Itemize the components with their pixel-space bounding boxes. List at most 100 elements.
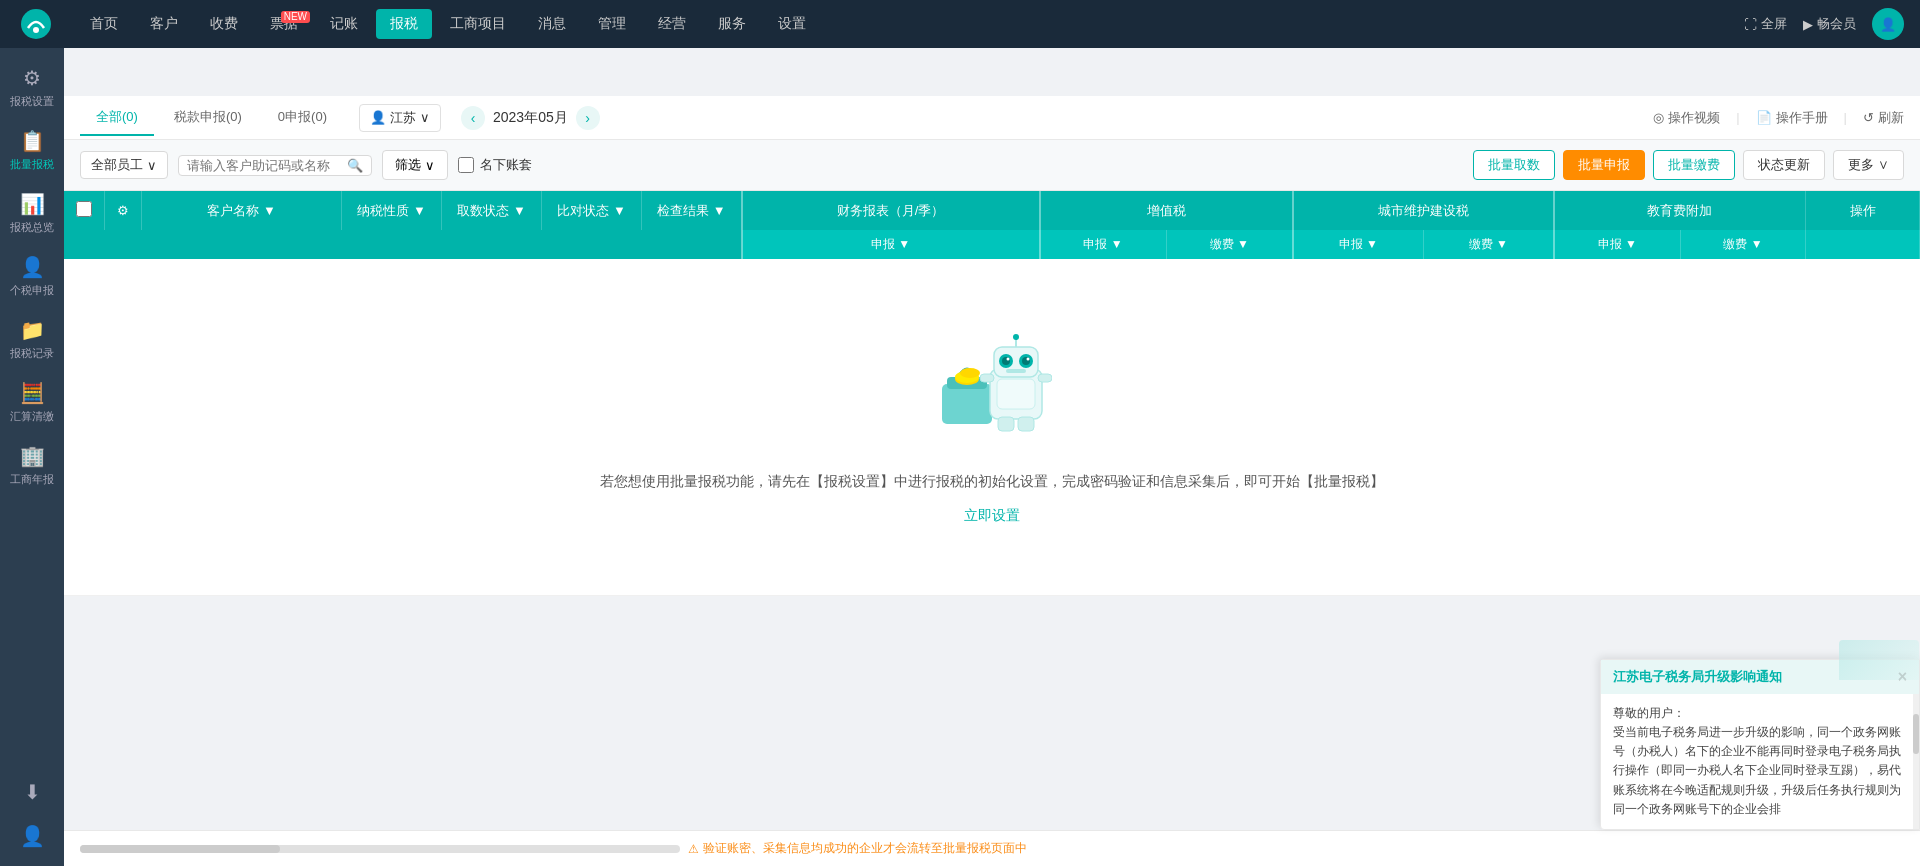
th-city-construction: 城市维护建设税: [1293, 191, 1554, 230]
sidebar: ⚙ 报税设置 📋 批量报税 📊 报税总览 👤 个税申报 📁 报税记录 🧮 汇算清…: [0, 48, 64, 866]
filter-button[interactable]: 筛选 ∨: [382, 150, 448, 180]
vip-label: 畅会员: [1817, 15, 1856, 33]
tab-all-label: 全部(0): [96, 109, 138, 124]
th-city-declare: 申报 ▼: [1293, 230, 1424, 259]
check-result-filter-icon[interactable]: ▼: [713, 203, 726, 218]
account-checkbox[interactable]: [458, 157, 474, 173]
divider1: |: [1736, 110, 1739, 125]
client-name-filter-icon[interactable]: ▼: [263, 203, 276, 218]
tax-nature-filter-icon[interactable]: ▼: [413, 203, 426, 218]
select-all-checkbox[interactable]: [76, 201, 92, 217]
vip-button[interactable]: ▶ 畅会员: [1803, 15, 1856, 33]
th-edu-declare: 申报 ▼: [1554, 230, 1681, 259]
nav-bookkeeping[interactable]: 记账: [316, 9, 372, 39]
th-client-name-text: 客户名称: [207, 203, 259, 218]
tab-tax-declare[interactable]: 税款申报(0): [158, 100, 258, 136]
refresh-button[interactable]: ↺ 刷新: [1863, 109, 1904, 127]
th-operation-sub: [1806, 230, 1920, 259]
user-avatar[interactable]: 👤: [1872, 8, 1904, 40]
more-button[interactable]: 更多 ∨: [1833, 150, 1904, 180]
city-pay-filter-icon[interactable]: ▼: [1496, 237, 1508, 251]
manual-icon: 📄: [1756, 110, 1772, 125]
svg-rect-18: [980, 374, 994, 382]
operation-manual-link[interactable]: 📄 操作手册: [1756, 109, 1828, 127]
status-update-button[interactable]: 状态更新: [1743, 150, 1825, 180]
setup-link[interactable]: 立即设置: [964, 507, 1020, 523]
sidebar-label-batch-tax: 批量报税: [10, 157, 54, 172]
operation-video-link[interactable]: ◎ 操作视频: [1653, 109, 1720, 127]
sidebar-item-download[interactable]: ⬇: [0, 770, 64, 814]
nav-fee[interactable]: 收费: [196, 9, 252, 39]
nav-service[interactable]: 服务: [704, 9, 760, 39]
th-vat-pay: 缴费 ▼: [1166, 230, 1293, 259]
sidebar-bottom: ⬇ 👤: [0, 770, 64, 858]
batch-pay-button[interactable]: 批量缴费: [1653, 150, 1735, 180]
vip-icon: ▶: [1803, 17, 1813, 32]
next-month-button[interactable]: ›: [576, 106, 600, 130]
vat-declare-filter-icon[interactable]: ▼: [1111, 237, 1123, 251]
edu-pay-filter-icon[interactable]: ▼: [1751, 237, 1763, 251]
prev-month-button[interactable]: ‹: [461, 106, 485, 130]
scrollbar-thumb[interactable]: [80, 845, 280, 853]
th-financial-declare: 申报 ▼: [742, 230, 1040, 259]
tab-zero-declare[interactable]: 0申报(0): [262, 100, 343, 136]
nav-invoice[interactable]: 票据 NEW: [256, 9, 312, 39]
annual-settlement-icon: 🧮: [20, 381, 45, 405]
sidebar-item-tax-overview[interactable]: 📊 报税总览: [0, 182, 64, 245]
search-input[interactable]: [187, 158, 347, 173]
settings-icon[interactable]: ⚙: [117, 203, 129, 218]
sidebar-item-user[interactable]: 👤: [0, 814, 64, 858]
sidebar-item-annual-report[interactable]: 🏢 工商年报: [0, 434, 64, 497]
notification-title: 江苏电子税务局升级影响通知: [1613, 668, 1782, 686]
batch-fetch-button[interactable]: 批量取数: [1473, 150, 1555, 180]
nav-business[interactable]: 工商项目: [436, 9, 520, 39]
batch-declare-button[interactable]: 批量申报: [1563, 150, 1645, 180]
nav-manage[interactable]: 管理: [584, 9, 640, 39]
horizontal-scrollbar[interactable]: [80, 845, 680, 853]
edu-declare-filter-icon[interactable]: ▼: [1625, 237, 1637, 251]
sidebar-item-tax-records[interactable]: 📁 报税记录: [0, 308, 64, 371]
bottom-bar: ⚠ 验证账密、采集信息均成功的企业才会流转至批量报税页面中: [64, 830, 1920, 866]
operation-video-label: 操作视频: [1668, 109, 1720, 127]
th-fetch-status-text: 取数状态: [457, 203, 509, 218]
tab-bar: 全部(0) 税款申报(0) 0申报(0) 👤 江苏 ∨ ‹ 2023年05月 ›…: [64, 96, 1920, 140]
sidebar-label-annual-settlement: 汇算清缴: [10, 409, 54, 424]
financial-declare-filter-icon[interactable]: ▼: [898, 237, 910, 251]
svg-point-14: [1026, 358, 1029, 361]
notif-scroll-thumb[interactable]: [1913, 714, 1919, 754]
tab-all[interactable]: 全部(0): [80, 100, 154, 136]
nav-operation[interactable]: 经营: [644, 9, 700, 39]
employee-chevron-icon: ∨: [147, 158, 157, 173]
nav-home[interactable]: 首页: [76, 9, 132, 39]
fetch-status-filter-icon[interactable]: ▼: [513, 203, 526, 218]
th-spacer: [64, 230, 742, 259]
th-city-pay-text: 缴费: [1469, 237, 1493, 251]
th-check-result: 检查结果 ▼: [642, 191, 742, 230]
nav-settings[interactable]: 设置: [764, 9, 820, 39]
th-education-surcharge: 教育费附加: [1554, 191, 1806, 230]
sidebar-item-tax-settings[interactable]: ⚙ 报税设置: [0, 56, 64, 119]
search-icon[interactable]: 🔍: [347, 158, 363, 173]
robot-illustration: [932, 329, 1052, 449]
nav-tax[interactable]: 报税: [376, 9, 432, 39]
annual-report-icon: 🏢: [20, 444, 45, 468]
sidebar-item-personal-tax[interactable]: 👤 个税申报: [0, 245, 64, 308]
nav-message[interactable]: 消息: [524, 9, 580, 39]
vat-pay-filter-icon[interactable]: ▼: [1237, 237, 1249, 251]
nav-client[interactable]: 客户: [136, 9, 192, 39]
account-checkbox-label[interactable]: 名下账套: [458, 156, 532, 174]
th-fetch-status: 取数状态 ▼: [442, 191, 542, 230]
app-logo[interactable]: [16, 4, 56, 44]
tab-tax-declare-label: 税款申报(0): [174, 109, 242, 124]
fullscreen-button[interactable]: ⛶ 全屏: [1744, 15, 1787, 33]
compare-status-filter-icon[interactable]: ▼: [613, 203, 626, 218]
empty-state-message: 若您想使用批量报税功能，请先在【报税设置】中进行报税的初始化设置，完成密码验证和…: [96, 473, 1888, 491]
city-declare-filter-icon[interactable]: ▼: [1366, 237, 1378, 251]
sidebar-item-batch-tax[interactable]: 📋 批量报税: [0, 119, 64, 182]
operation-manual-label: 操作手册: [1776, 109, 1828, 127]
notification-content: 尊敬的用户： 受当前电子税务局进一步升级的影响，同一个政务网账号（办税人）名下的…: [1613, 704, 1907, 819]
employee-selector[interactable]: 全部员工 ∨: [80, 151, 168, 179]
sidebar-item-annual-settlement[interactable]: 🧮 汇算清缴: [0, 371, 64, 434]
region-selector[interactable]: 👤 江苏 ∨: [359, 104, 441, 132]
notif-scrollbar[interactable]: [1913, 694, 1919, 829]
